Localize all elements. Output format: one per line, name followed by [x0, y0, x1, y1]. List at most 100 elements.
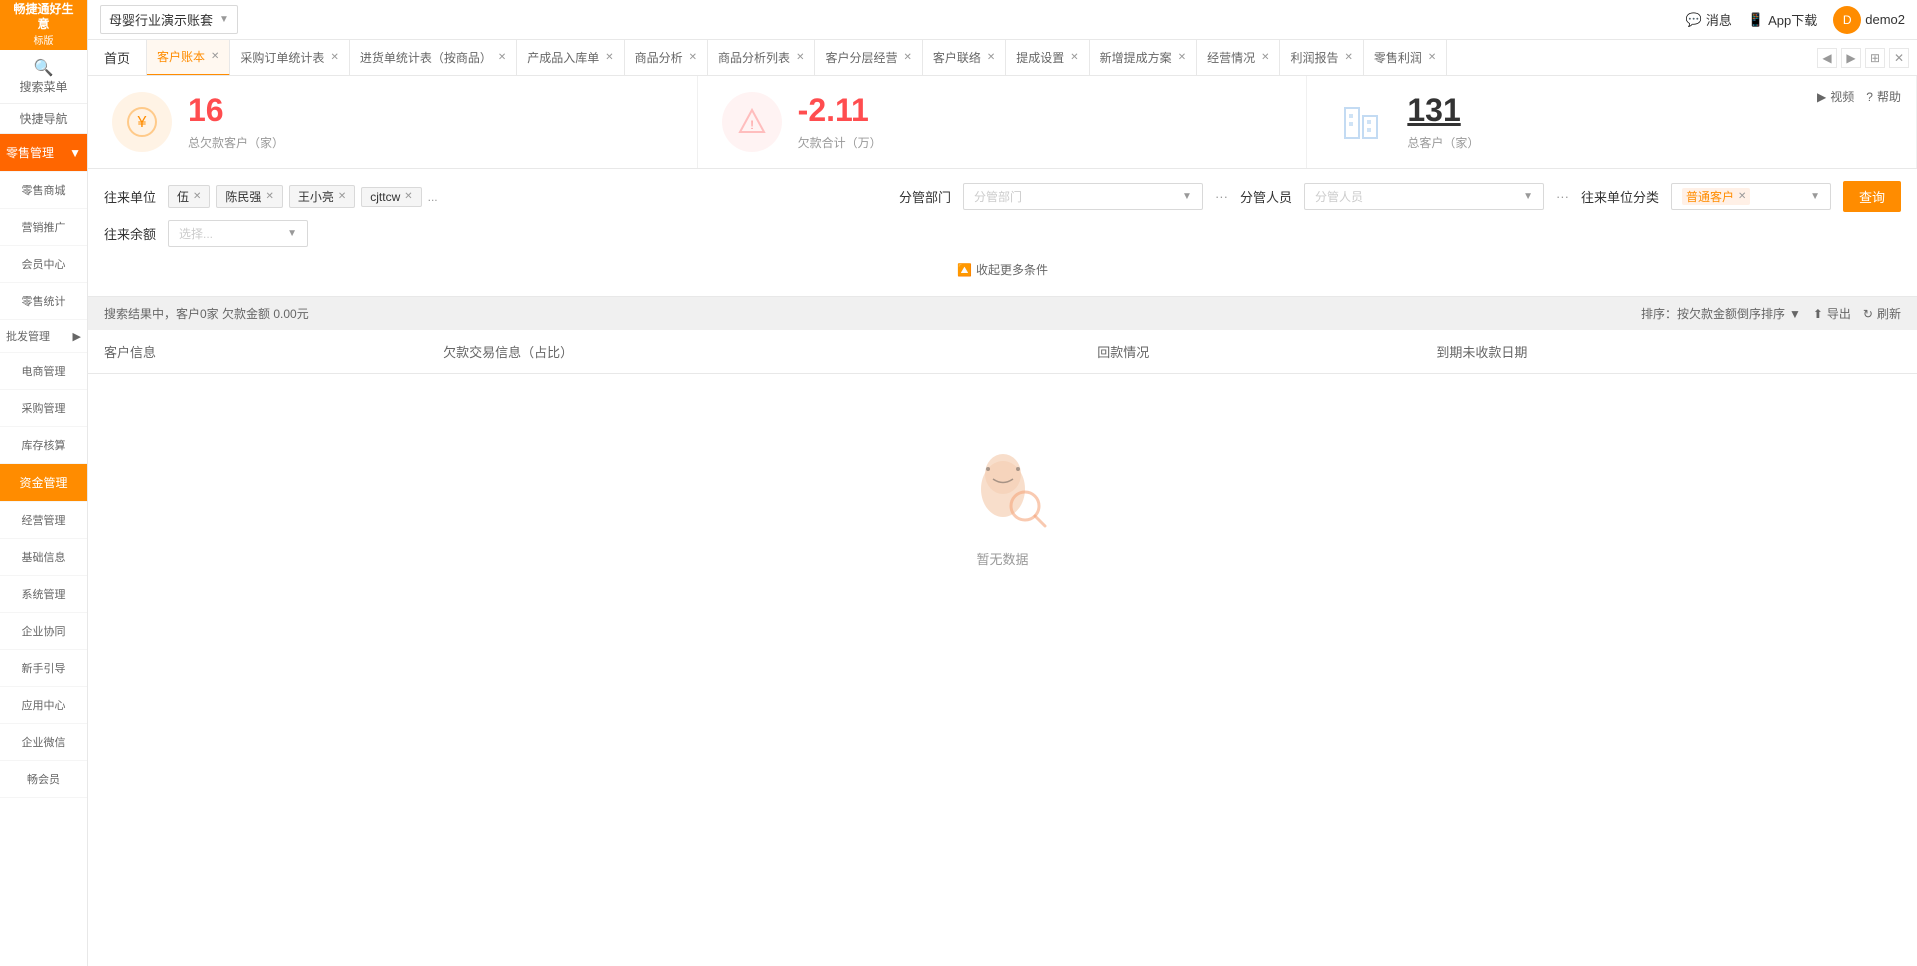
tab-profit-report[interactable]: 利润报告 ✕ — [1280, 40, 1363, 76]
sidebar-item-system[interactable]: 系统管理 — [0, 576, 87, 613]
sidebar-item-enterprise[interactable]: 企业协同 — [0, 613, 87, 650]
filter-tag-normal-customer-close[interactable]: ✕ — [1738, 191, 1746, 202]
tab-product-analysis[interactable]: 商品分析 ✕ — [625, 40, 708, 76]
sidebar-item-retail-mgmt[interactable]: 零售管理▼ — [0, 134, 87, 172]
filter-more-tags[interactable]: ... — [428, 190, 438, 204]
tab-prev-btn[interactable]: ◀ — [1817, 48, 1837, 68]
tab-purchase-stats-product-close[interactable]: ✕ — [498, 52, 506, 63]
query-button[interactable]: 查询 — [1843, 181, 1901, 212]
tab-purchase-order-stats[interactable]: 采购订单统计表 ✕ — [230, 40, 349, 76]
sidebar-item-wechat[interactable]: 企业微信 — [0, 724, 87, 761]
sidebar-item-guide[interactable]: 新手引导 — [0, 650, 87, 687]
tab-customer-contact-close[interactable]: ✕ — [987, 52, 995, 63]
tab-commission-settings[interactable]: 提成设置 ✕ — [1006, 40, 1089, 76]
tab-product-analysis-close[interactable]: ✕ — [689, 52, 697, 63]
col-debt-info: 欠款交易信息（占比） — [427, 330, 1081, 374]
tab-home[interactable]: 首页 — [88, 40, 147, 76]
sidebar-item-purchase[interactable]: 采购管理 — [0, 390, 87, 427]
industry-select[interactable]: 母婴行业演示账套 ▼ — [100, 5, 238, 34]
sidebar-logo-text: 畅捷通好生意标版 — [8, 2, 79, 49]
stat-icon-customers — [1331, 92, 1391, 152]
tab-retail-profit-close[interactable]: ✕ — [1428, 52, 1436, 63]
tab-expand-btn[interactable]: ⊞ — [1865, 48, 1885, 68]
filter-tag-wu-close[interactable]: ✕ — [193, 191, 201, 202]
tab-product-analysis-list[interactable]: 商品分析列表 ✕ — [708, 40, 815, 76]
tab-next-btn[interactable]: ▶ — [1841, 48, 1861, 68]
filter-row-2: 往来余额 选择... ▼ — [104, 220, 1901, 247]
empty-text: 暂无数据 — [976, 549, 1028, 568]
avatar-icon: D — [1833, 6, 1861, 34]
tab-customer-ledger-close[interactable]: ✕ — [211, 51, 219, 62]
tab-purchase-order-stats-close[interactable]: ✕ — [330, 52, 338, 63]
tab-close-all-btn[interactable]: ✕ — [1889, 48, 1909, 68]
tab-retail-profit[interactable]: 零售利润 ✕ — [1364, 40, 1447, 76]
collapse-arrow-icon: 🔼 — [957, 263, 972, 277]
video-link[interactable]: ▶ 视频 — [1817, 88, 1854, 105]
svg-text:!: ! — [750, 118, 753, 132]
sidebar-item-marketing[interactable]: 营销推广 — [0, 209, 87, 246]
sort-action[interactable]: 排序：按欠款金额倒序排序 ▼ — [1641, 305, 1801, 322]
col-due-date: 到期未收款日期 — [1420, 330, 1917, 374]
tab-purchase-stats-product[interactable]: 进货单统计表（按商品） ✕ — [350, 40, 517, 76]
filter-collapse-btn[interactable]: 🔼 收起更多条件 — [104, 255, 1901, 284]
message-action[interactable]: 💬 消息 — [1686, 10, 1732, 29]
sidebar-item-retail-stats[interactable]: 零售统计 — [0, 283, 87, 320]
user-avatar[interactable]: D demo2 — [1833, 6, 1905, 34]
help-icon: ? — [1866, 90, 1873, 104]
refresh-icon: ↻ — [1863, 307, 1873, 321]
sidebar-item-operations[interactable]: 经营管理 — [0, 502, 87, 539]
tab-customer-tier-close[interactable]: ✕ — [903, 52, 911, 63]
filter-tag-cjttcw-close[interactable]: ✕ — [404, 191, 412, 202]
sidebar-item-basics[interactable]: 基础信息 — [0, 539, 87, 576]
sidebar-logo: 畅捷通好生意标版 — [0, 0, 87, 50]
main-area: 母婴行业演示账套 ▼ 💬 消息 📱 App下载 D demo2 首 — [88, 0, 1917, 966]
person-more-icon[interactable]: ··· — [1556, 189, 1569, 204]
sidebar-item-ecommerce[interactable]: 电商管理 — [0, 353, 87, 390]
stat-label-debtors: 总欠款客户（家） — [188, 134, 284, 151]
tab-customer-contact[interactable]: 客户联络 ✕ — [923, 40, 1006, 76]
export-action[interactable]: ⬆ 导出 — [1813, 305, 1851, 322]
sidebar-search[interactable]: 🔍 搜索菜单 — [0, 50, 87, 104]
results-actions: 排序：按欠款金额倒序排序 ▼ ⬆ 导出 ↻ 刷新 — [1641, 305, 1901, 322]
tab-commission-settings-close[interactable]: ✕ — [1070, 52, 1078, 63]
filter-balance-select[interactable]: 选择... ▼ — [168, 220, 308, 247]
filter-row-1: 往来单位 伍 ✕ 陈民强 ✕ 王小亮 ✕ — [104, 181, 1901, 212]
stat-label-debt: 欠款合计（万） — [798, 134, 882, 151]
sidebar: 畅捷通好生意标版 🔍 搜索菜单 快捷导航 零售管理▼ 零售商城 营销推广 会员中… — [0, 0, 88, 966]
tab-add-commission[interactable]: 新增提成方案 ✕ — [1090, 40, 1197, 76]
filter-unitclass-select[interactable]: 普通客户 ✕ ▼ — [1671, 183, 1831, 210]
tab-customer-tier[interactable]: 客户分层经营 ✕ — [815, 40, 922, 76]
tab-product-inbound-close[interactable]: ✕ — [605, 52, 613, 63]
tab-add-commission-close[interactable]: ✕ — [1178, 52, 1186, 63]
filter-unitclass-label: 往来单位分类 — [1581, 187, 1659, 206]
industry-dropdown-arrow: ▼ — [219, 14, 229, 25]
tab-business-situation-close[interactable]: ✕ — [1261, 52, 1269, 63]
sidebar-item-wholesale[interactable]: 批发管理▶ — [0, 320, 87, 353]
filter-person-select[interactable]: 分管人员 ▼ — [1304, 183, 1544, 210]
filter-dept-select[interactable]: 分管部门 ▼ — [963, 183, 1203, 210]
filter-tag-chen-close[interactable]: ✕ — [265, 191, 273, 202]
dept-more-icon[interactable]: ··· — [1215, 189, 1228, 204]
balance-dropdown-arrow: ▼ — [287, 228, 297, 239]
filter-tag-wu: 伍 ✕ — [168, 185, 210, 208]
filter-person-label: 分管人员 — [1240, 187, 1292, 206]
tab-profit-report-close[interactable]: ✕ — [1345, 52, 1353, 63]
tab-business-situation[interactable]: 经营情况 ✕ — [1197, 40, 1280, 76]
help-link[interactable]: ? 帮助 — [1866, 88, 1901, 105]
sidebar-quick-nav[interactable]: 快捷导航 — [0, 104, 87, 134]
tab-product-analysis-list-close[interactable]: ✕ — [796, 52, 804, 63]
sidebar-item-inventory[interactable]: 库存核算 — [0, 427, 87, 464]
sidebar-item-member[interactable]: 会员中心 — [0, 246, 87, 283]
sidebar-item-apps[interactable]: 应用中心 — [0, 687, 87, 724]
tab-customer-ledger[interactable]: 客户账本 ✕ — [147, 40, 230, 76]
refresh-action[interactable]: ↻ 刷新 — [1863, 305, 1901, 322]
filter-balance-label: 往来余额 — [104, 224, 156, 243]
sidebar-item-finance[interactable]: 资金管理 — [0, 464, 87, 502]
filter-tag-wang-close[interactable]: ✕ — [338, 191, 346, 202]
sidebar-item-retail-mall[interactable]: 零售商城 — [0, 172, 87, 209]
tab-product-inbound[interactable]: 产成品入库单 ✕ — [517, 40, 624, 76]
industry-select-value: 母婴行业演示账套 — [109, 10, 213, 29]
app-download-action[interactable]: 📱 App下载 — [1748, 10, 1817, 29]
col-customer-info: 客户信息 — [88, 330, 427, 374]
sidebar-item-member2[interactable]: 畅会员 — [0, 761, 87, 798]
